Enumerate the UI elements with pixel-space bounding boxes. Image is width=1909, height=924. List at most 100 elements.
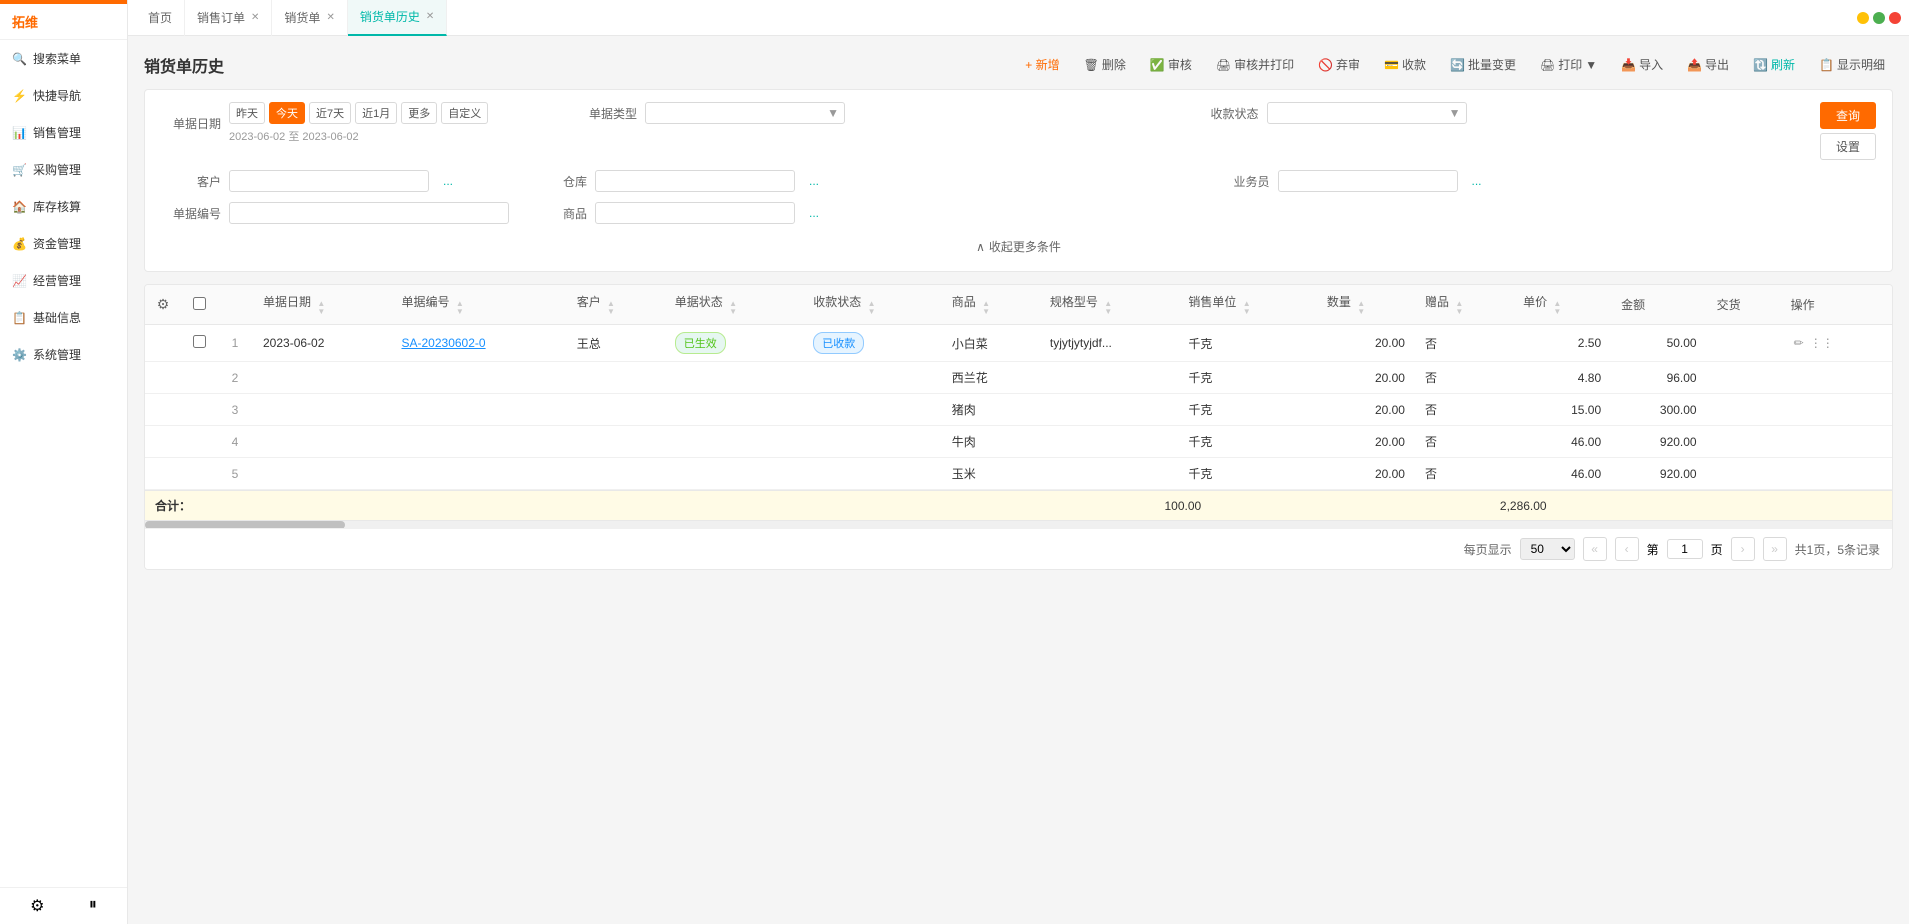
row-gift: 否 xyxy=(1415,325,1513,362)
page-number-input[interactable] xyxy=(1667,539,1703,559)
row-spec xyxy=(1040,426,1179,458)
row-unit: 千克 xyxy=(1178,325,1317,362)
page-last-btn[interactable]: » xyxy=(1763,537,1787,561)
tab-sales-history-close[interactable]: ✕ xyxy=(426,11,434,22)
tab-home[interactable]: 首页 xyxy=(136,0,185,36)
customer-more-btn[interactable]: ... xyxy=(437,172,459,190)
sidebar-item-finance-mgmt[interactable]: 💰 资金管理 xyxy=(0,225,127,262)
window-minimize-btn[interactable] xyxy=(1857,12,1869,24)
abandon-button[interactable]: 🚫 弃审 xyxy=(1310,52,1368,77)
th-doc-no[interactable]: 单据编号 ▲ ▼ xyxy=(392,285,567,325)
sidebar-item-inventory[interactable]: 🏠 库存核算 xyxy=(0,188,127,225)
date-btn-yesterday[interactable]: 昨天 xyxy=(229,102,265,124)
row-unit: 千克 xyxy=(1178,426,1317,458)
goods-more-btn[interactable]: ... xyxy=(803,204,825,222)
sidebar-item-ops-mgmt[interactable]: 📈 经营管理 xyxy=(0,262,127,299)
filter-customer-input[interactable] xyxy=(229,170,429,192)
horizontal-scrollbar[interactable] xyxy=(145,520,1892,528)
delete-button[interactable]: 🗑 删除 xyxy=(1076,52,1134,77)
row-action xyxy=(1781,426,1892,458)
window-maximize-btn[interactable] xyxy=(1873,12,1885,24)
date-btn-custom[interactable]: 自定义 xyxy=(441,102,488,124)
row-quantity: 20.00 xyxy=(1317,426,1415,458)
filter-section: 单据日期 昨天 今天 近7天 近1月 更多 自定义 2023-06-02 至 2… xyxy=(144,89,1893,272)
doc-no-link[interactable]: SA-20230602-0 xyxy=(402,336,486,350)
filter-doctype-select[interactable] xyxy=(645,102,845,124)
tab-sales-goods-close[interactable]: ✕ xyxy=(326,12,334,23)
inventory-icon: 🏠 xyxy=(12,200,27,214)
date-btn-7days[interactable]: 近7天 xyxy=(309,102,351,124)
row-unit: 千克 xyxy=(1178,362,1317,394)
row-checkbox[interactable] xyxy=(193,335,206,348)
refresh-button[interactable]: 🔃 刷新 xyxy=(1745,52,1803,77)
row-num: 2 xyxy=(217,362,253,394)
sidebar-item-basic-info[interactable]: 📋 基础信息 xyxy=(0,299,127,336)
export-button[interactable]: 📤 导出 xyxy=(1679,52,1737,77)
filter-customer-group: 客户 ... xyxy=(161,170,511,192)
tab-sales-order-close[interactable]: ✕ xyxy=(251,12,259,23)
tab-sales-history[interactable]: 销货单历史 ✕ xyxy=(348,0,447,36)
tab-sales-order[interactable]: 销售订单 ✕ xyxy=(185,0,272,36)
sidebar-item-purchase-mgmt[interactable]: 🛒 采购管理 xyxy=(0,151,127,188)
row-quantity: 20.00 xyxy=(1317,394,1415,426)
audit-print-button[interactable]: 🖨 审核并打印 xyxy=(1208,52,1302,77)
th-spec[interactable]: 规格型号 ▲ ▼ xyxy=(1040,285,1179,325)
collapse-btn[interactable]: ∧ 收起更多条件 xyxy=(161,234,1876,259)
batch-change-button[interactable]: 🔄 批量变更 xyxy=(1442,52,1524,77)
select-all-checkbox[interactable] xyxy=(193,297,206,310)
sidebar-collapse-icon[interactable]: ⏸ xyxy=(89,896,97,916)
page-prev-btn[interactable]: ‹ xyxy=(1615,537,1639,561)
sidebar-item-system-mgmt[interactable]: ⚙️ 系统管理 xyxy=(0,336,127,373)
date-btn-today[interactable]: 今天 xyxy=(269,102,305,124)
page-first-btn[interactable]: « xyxy=(1583,537,1607,561)
filter-goods-input[interactable] xyxy=(595,202,795,224)
th-unit-price[interactable]: 单价 ▲ ▼ xyxy=(1513,285,1611,325)
row-edit-btn[interactable]: ✏ xyxy=(1794,336,1804,350)
row-doc-date xyxy=(253,458,392,490)
finance-icon: 💰 xyxy=(12,237,27,251)
audit-button[interactable]: ✅ 审核 xyxy=(1142,52,1200,77)
row-checkbox-cell xyxy=(181,362,217,394)
page-size-select[interactable]: 50 100 200 xyxy=(1520,538,1575,560)
collect-button[interactable]: 💳 收款 xyxy=(1376,52,1434,77)
show-detail-button[interactable]: 📋 显示明细 xyxy=(1811,52,1893,77)
refresh-icon: 🔃 xyxy=(1753,58,1768,72)
import-button[interactable]: 📥 导入 xyxy=(1613,52,1671,77)
row-customer xyxy=(567,394,665,426)
sidebar-item-sales-mgmt[interactable]: 📊 销售管理 xyxy=(0,114,127,151)
filter-docno-input[interactable] xyxy=(229,202,509,224)
th-customer[interactable]: 客户 ▲ ▼ xyxy=(567,285,665,325)
print-button[interactable]: 🖨 打印 ▼ xyxy=(1532,52,1605,77)
query-button[interactable]: 查询 xyxy=(1820,102,1876,129)
filter-salesperson-input[interactable] xyxy=(1278,170,1458,192)
new-button[interactable]: + 新增 xyxy=(1017,52,1067,77)
import-icon: 📥 xyxy=(1621,58,1636,72)
th-gift[interactable]: 赠品 ▲ ▼ xyxy=(1415,285,1513,325)
th-collect-status[interactable]: 收款状态 ▲ ▼ xyxy=(803,285,942,325)
th-quantity[interactable]: 数量 ▲ ▼ xyxy=(1317,285,1415,325)
sidebar-settings-icon[interactable]: ⚙ xyxy=(30,896,44,916)
row-doc-status xyxy=(665,394,804,426)
sidebar-item-search-menu[interactable]: 🔍 搜索菜单 xyxy=(0,40,127,77)
page-next-btn[interactable]: › xyxy=(1731,537,1755,561)
salesperson-more-btn[interactable]: ... xyxy=(1466,172,1488,190)
date-btn-more[interactable]: 更多 xyxy=(401,102,437,124)
row-amount: 920.00 xyxy=(1611,458,1706,490)
window-close-btn[interactable] xyxy=(1889,12,1901,24)
filter-warehouse-input[interactable] xyxy=(595,170,795,192)
audit-print-icon: 🖨 xyxy=(1216,58,1231,72)
th-unit[interactable]: 销售单位 ▲ ▼ xyxy=(1178,285,1317,325)
th-doc-status[interactable]: 单据状态 ▲ ▼ xyxy=(665,285,804,325)
th-goods[interactable]: 商品 ▲ ▼ xyxy=(942,285,1040,325)
tab-sales-goods[interactable]: 销货单 ✕ xyxy=(272,0,347,36)
date-btn-1month[interactable]: 近1月 xyxy=(355,102,397,124)
set-button[interactable]: 设置 xyxy=(1820,133,1876,160)
filter-collect-select[interactable] xyxy=(1267,102,1467,124)
table-settings-gear-icon[interactable]: ⚙ xyxy=(157,296,170,312)
sidebar-item-label: 资金管理 xyxy=(33,235,81,252)
row-more-btn[interactable]: ⋮⋮ xyxy=(1810,336,1834,350)
sort-icon-unit: ▲ ▼ xyxy=(1243,300,1251,316)
sidebar-item-quick-nav[interactable]: ⚡ 快捷导航 xyxy=(0,77,127,114)
warehouse-more-btn[interactable]: ... xyxy=(803,172,825,190)
th-doc-date[interactable]: 单据日期 ▲ ▼ xyxy=(253,285,392,325)
